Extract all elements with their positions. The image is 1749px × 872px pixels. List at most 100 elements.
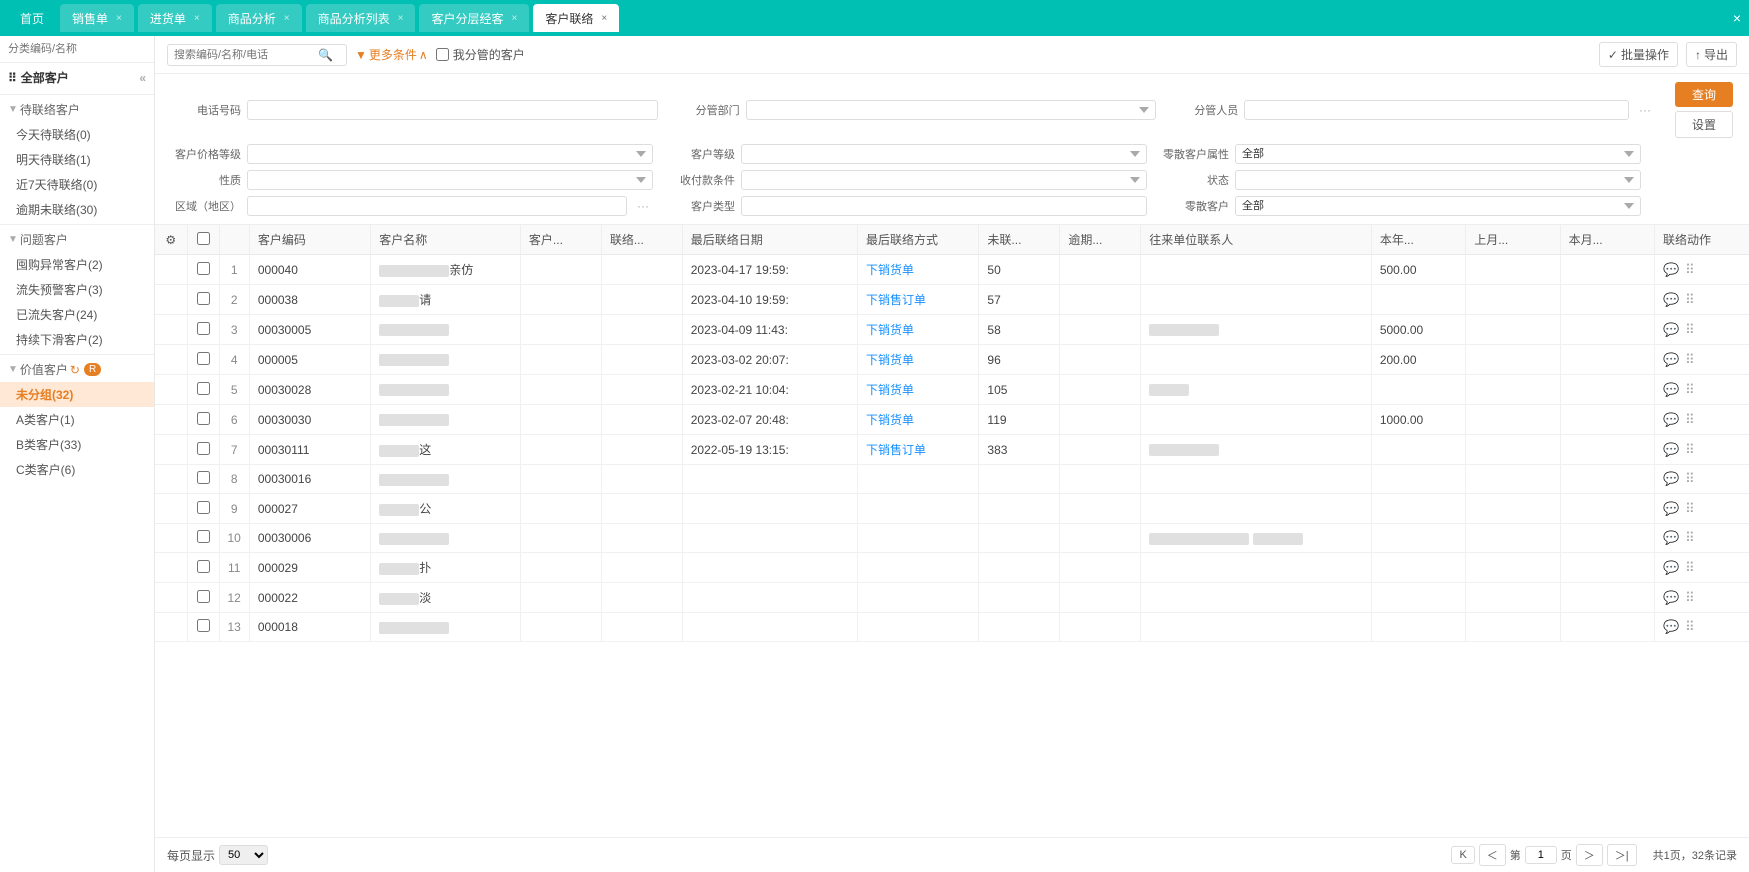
first-page-button[interactable]: K [1451,846,1474,864]
staff-input[interactable] [1244,100,1629,120]
row-checkbox[interactable] [197,471,210,484]
row-checkbox[interactable] [197,501,210,514]
sidebar-item-class-c[interactable]: C类客户(6) [0,457,154,482]
nav-tab-customer-tier[interactable]: 客户分层经客 × [419,4,529,32]
settings-icon[interactable]: ⚙ [165,233,176,247]
message-icon[interactable]: 💬 [1663,501,1679,517]
grid-action-icon[interactable]: ⠿ [1685,530,1695,546]
close-goods-list-tab[interactable]: × [398,13,404,24]
th-name[interactable]: 客户名称 [371,225,521,255]
contact-way-link[interactable]: 下销货单 [866,413,914,427]
th-last-contact-date[interactable]: 最后联络日期 [682,225,857,255]
row-checkbox[interactable] [197,530,210,543]
contact-way-link[interactable]: 下销货单 [866,323,914,337]
th-contact-person[interactable]: 往来单位联系人 [1141,225,1372,255]
message-icon[interactable]: 💬 [1663,412,1679,428]
th-code[interactable]: 客户编码 [249,225,370,255]
th-overdue[interactable]: 逾期... [1060,225,1141,255]
nav-tab-customer-contact[interactable]: 客户联络 × [533,4,619,32]
row-checkbox[interactable] [197,560,210,573]
close-goods-analysis-tab[interactable]: × [284,13,290,24]
refresh-icon[interactable]: ↻ [70,363,80,377]
message-icon[interactable]: 💬 [1663,530,1679,546]
row-checkbox[interactable] [197,412,210,425]
close-customer-tier-tab[interactable]: × [511,13,517,24]
contact-way-link[interactable]: 下销货单 [866,353,914,367]
nav-tab-home[interactable]: 首页 [8,4,56,32]
problem-group-header[interactable]: ▼ 问题客户 [0,227,154,252]
message-icon[interactable]: 💬 [1663,590,1679,606]
staff-dots[interactable]: ··· [1635,103,1655,117]
score-group-header[interactable]: ▼ 价值客户 ↻ R [0,357,154,382]
close-customer-contact-tab[interactable]: × [601,13,607,24]
retail-attr-select[interactable]: 全部 [1235,144,1641,164]
sidebar-item-churned[interactable]: 已流失客户(24) [0,302,154,327]
row-checkbox[interactable] [197,442,210,455]
price-grade-select[interactable] [247,144,653,164]
last-page-button[interactable]: ＞| [1607,844,1637,866]
nav-tab-goods-list[interactable]: 商品分析列表 × [306,4,416,32]
sidebar-item-churn-warning[interactable]: 流失预警客户(3) [0,277,154,302]
message-icon[interactable]: 💬 [1663,382,1679,398]
contact-way-link[interactable]: 下销货单 [866,383,914,397]
pending-group-header[interactable]: ▼ 待联络客户 [0,97,154,122]
more-conditions-button[interactable]: ▼ 更多条件 ∧ [355,46,428,63]
region-input[interactable] [247,196,627,216]
sidebar-item-7day-pending[interactable]: 近7天待联络(0) [0,172,154,197]
grid-action-icon[interactable]: ⠿ [1685,262,1695,278]
page-number-input[interactable] [1525,846,1557,864]
sidebar-search-input[interactable] [8,43,150,55]
contact-way-link[interactable]: 下销货单 [866,263,914,277]
sidebar-item-tomorrow-pending[interactable]: 明天待联络(1) [0,147,154,172]
payment-select[interactable] [741,170,1147,190]
reset-button[interactable]: 设置 [1675,111,1733,138]
nav-tab-sales[interactable]: 销售单 × [60,4,134,32]
grid-action-icon[interactable]: ⠿ [1685,471,1695,487]
close-sales-tab[interactable]: × [116,13,122,24]
query-button[interactable]: 查询 [1675,82,1733,107]
sidebar-item-class-a[interactable]: A类客户(1) [0,407,154,432]
grid-action-icon[interactable]: ⠿ [1685,560,1695,576]
th-contact[interactable]: 联络... [601,225,682,255]
row-checkbox[interactable] [197,382,210,395]
th-this-year[interactable]: 本年... [1371,225,1465,255]
th-last-month[interactable]: 上月... [1466,225,1560,255]
grid-action-icon[interactable]: ⠿ [1685,412,1695,428]
th-this-month[interactable]: 本月... [1560,225,1654,255]
grid-action-icon[interactable]: ⠿ [1685,292,1695,308]
message-icon[interactable]: 💬 [1663,292,1679,308]
th-last-contact-way[interactable]: 最后联络方式 [858,225,979,255]
my-customers-checkbox[interactable]: 我分管的客户 [436,46,525,63]
retail-customer-select[interactable]: 全部 [1235,196,1641,216]
close-purchase-tab[interactable]: × [194,13,200,24]
grid-action-icon[interactable]: ⠿ [1685,590,1695,606]
sidebar-item-overdue-pending[interactable]: 逾期未联络(30) [0,197,154,222]
grade-select[interactable] [741,144,1147,164]
per-page-select[interactable]: 50 100 200 [219,845,268,865]
message-icon[interactable]: 💬 [1663,471,1679,487]
sidebar-item-class-b[interactable]: B类客户(33) [0,432,154,457]
row-checkbox[interactable] [197,352,210,365]
batch-op-button[interactable]: ✓ 批量操作 [1599,42,1678,67]
nav-tab-goods-analysis[interactable]: 商品分析 × [216,4,302,32]
row-checkbox[interactable] [197,292,210,305]
row-checkbox[interactable] [197,619,210,632]
export-button[interactable]: ↑ 导出 [1686,42,1737,67]
sidebar-item-declining[interactable]: 持续下滑客户(2) [0,327,154,352]
region-dots[interactable]: ··· [633,199,653,213]
next-page-button[interactable]: ＞ [1576,844,1603,866]
search-input[interactable] [174,49,314,61]
th-type[interactable]: 客户... [520,225,601,255]
prev-page-button[interactable]: ＜ [1479,844,1506,866]
grid-action-icon[interactable]: ⠿ [1685,352,1695,368]
all-customers-header[interactable]: ⠿ 全部客户 « [0,63,154,92]
status-select[interactable] [1235,170,1641,190]
contact-way-link[interactable]: 下销售订单 [866,293,926,307]
phone-input[interactable] [247,100,658,120]
grid-action-icon[interactable]: ⠿ [1685,322,1695,338]
nature-select[interactable] [247,170,653,190]
message-icon[interactable]: 💬 [1663,262,1679,278]
dept-select[interactable] [746,100,1157,120]
message-icon[interactable]: 💬 [1663,352,1679,368]
grid-action-icon[interactable]: ⠿ [1685,619,1695,635]
